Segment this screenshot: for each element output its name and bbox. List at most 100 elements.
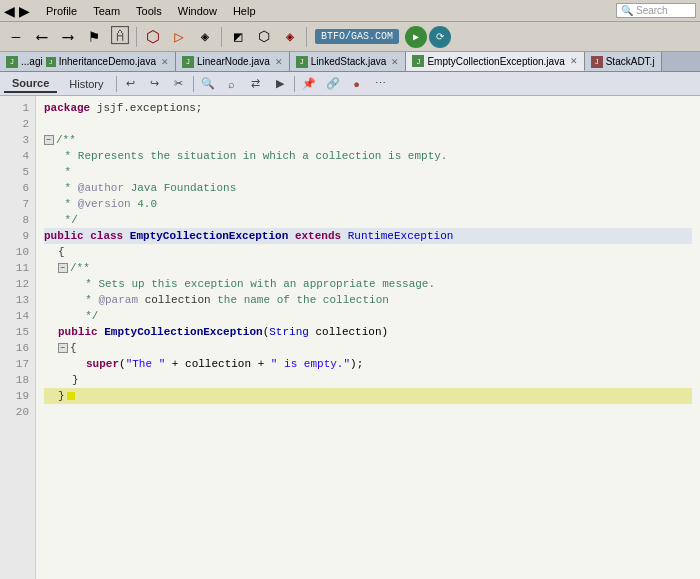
ln-2: 2 <box>0 116 35 132</box>
tab-close-3[interactable]: ✕ <box>391 57 399 67</box>
ln-8: 8 <box>0 212 35 228</box>
source-toolbar: Source History ↩ ↪ ✂ 🔍 ⌕ ⇄ ▶ 📌 🔗 ● ⋯ <box>0 72 700 96</box>
code-line-6: * @author Java Foundations <box>44 180 692 196</box>
tab-stackadt[interactable]: J StackADT.j <box>585 52 662 71</box>
code-line-20 <box>44 404 692 420</box>
toolbar-icon-4[interactable]: ▷ <box>167 26 191 48</box>
tab-linkedstack[interactable]: J LinkedStack.java ✕ <box>290 52 407 71</box>
ln-20: 20 <box>0 404 35 420</box>
back-btn[interactable]: ◀ <box>4 3 15 19</box>
go-btn-2[interactable]: ⟳ <box>429 26 451 48</box>
menu-item-profile[interactable]: Profile <box>38 3 85 19</box>
tab-emptycollection[interactable]: J EmptyCollectionException.java ✕ <box>406 52 584 71</box>
menu-bar: ◀ ▶ Profile Team Tools Window Help 🔍 Sea… <box>0 0 700 22</box>
toolbar-sep-1 <box>136 27 137 47</box>
code-line-15: public EmptyCollectionException(String c… <box>44 324 692 340</box>
code-line-2 <box>44 116 692 132</box>
tab-bar: J ...agi J InheritanceDemo.java ✕ J Line… <box>0 52 700 72</box>
forward-btn[interactable]: ▶ <box>19 3 30 19</box>
code-line-13: * @param collection the name of the coll… <box>44 292 692 308</box>
toolbar-icon-2[interactable]: 🄰 <box>108 26 132 48</box>
stb-redo[interactable]: ↪ <box>145 75 165 93</box>
go-btn-1[interactable]: ▶ <box>405 26 427 48</box>
ln-9: 9 <box>0 228 35 244</box>
tab-icon-1b: J <box>46 57 56 67</box>
nav-back-btn[interactable]: ⟵ <box>30 26 54 48</box>
code-line-8: */ <box>44 212 692 228</box>
nav-forward-btn[interactable]: ⟶ <box>56 26 80 48</box>
code-line-16: − { <box>44 340 692 356</box>
code-line-11: − /** <box>44 260 692 276</box>
collapse-btn-1[interactable]: − <box>44 135 54 145</box>
code-line-14: */ <box>44 308 692 324</box>
ln-1: 1 <box>0 100 35 116</box>
tab-inheritancedemo[interactable]: J ...agi J InheritanceDemo.java ✕ <box>0 52 176 71</box>
tab-close-1[interactable]: ✕ <box>161 57 169 67</box>
toolbar-sep-2 <box>221 27 222 47</box>
code-line-3: − /** <box>44 132 692 148</box>
ln-10: 10 <box>0 244 35 260</box>
collapse-btn-2[interactable]: − <box>58 263 68 273</box>
stb-mark[interactable]: ● <box>347 75 367 93</box>
stb-replace[interactable]: ⇄ <box>246 75 266 93</box>
tab-linearnode[interactable]: J LinearNode.java ✕ <box>176 52 290 71</box>
tab-file-4: EmptyCollectionException.java <box>427 56 564 67</box>
search-icon: 🔍 <box>621 5 633 16</box>
code-line-1: package jsjf.exceptions; <box>44 100 692 116</box>
menu-item-help[interactable]: Help <box>225 3 264 19</box>
stb-find[interactable]: ⌕ <box>222 75 242 93</box>
toolbar-icon-3[interactable]: ⬡ <box>141 26 165 48</box>
code-line-10: { <box>44 244 692 260</box>
line-numbers: 1 2 3 4 5 6 7 8 9 10 11 12 13 14 15 16 1… <box>0 96 36 579</box>
ln-15: 15 <box>0 324 35 340</box>
code-line-5: * <box>44 164 692 180</box>
tab-close-2[interactable]: ✕ <box>275 57 283 67</box>
source-sep-3 <box>294 76 295 92</box>
ln-16: 16 <box>0 340 35 356</box>
code-content[interactable]: package jsjf.exceptions; − /** * Represe… <box>36 96 700 579</box>
history-tab[interactable]: History <box>61 76 111 92</box>
source-tab[interactable]: Source <box>4 75 57 93</box>
code-line-7: * @version 4.0 <box>44 196 692 212</box>
stb-undo[interactable]: ↩ <box>121 75 141 93</box>
tab-file-5: StackADT.j <box>606 56 655 67</box>
toolbar-icon-6[interactable]: ◩ <box>226 26 250 48</box>
tab-icon-1: J <box>6 56 18 68</box>
code-editor[interactable]: 1 2 3 4 5 6 7 8 9 10 11 12 13 14 15 16 1… <box>0 96 700 579</box>
code-line-9: public class EmptyCollectionException ex… <box>44 228 692 244</box>
stb-next[interactable]: ▶ <box>270 75 290 93</box>
code-line-18: } <box>44 372 692 388</box>
code-line-12: * Sets up this exception with an appropr… <box>44 276 692 292</box>
toolbar-icon-1[interactable]: ⚑ <box>82 26 106 48</box>
code-line-4: * Represents the situation in which a co… <box>44 148 692 164</box>
stb-pin[interactable]: 📌 <box>299 75 319 93</box>
search-box[interactable]: 🔍 Search <box>616 3 696 18</box>
toolbar-sep-3 <box>306 27 307 47</box>
tab-close-4[interactable]: ✕ <box>570 56 578 66</box>
ln-5: 5 <box>0 164 35 180</box>
tab-icon-3: J <box>296 56 308 68</box>
tab-file-1: InheritanceDemo.java <box>59 56 156 67</box>
stb-cut[interactable]: ✂ <box>169 75 189 93</box>
toolbar-icon-5[interactable]: ◈ <box>193 26 217 48</box>
stb-more[interactable]: ⋯ <box>371 75 391 93</box>
ln-14: 14 <box>0 308 35 324</box>
collapse-btn-3[interactable]: − <box>58 343 68 353</box>
menu-item-tools[interactable]: Tools <box>128 3 170 19</box>
code-line-19: } <box>44 388 692 404</box>
tab-icon-4: J <box>412 55 424 67</box>
toolbar-icon-8[interactable]: ◈ <box>278 26 302 48</box>
stb-search[interactable]: 🔍 <box>198 75 218 93</box>
collapse-sidebar-btn[interactable]: — <box>4 26 28 48</box>
menu-item-team[interactable]: Team <box>85 3 128 19</box>
url-display: BTFO/GAS.COM <box>315 29 399 44</box>
stb-ref[interactable]: 🔗 <box>323 75 343 93</box>
menu-item-window[interactable]: Window <box>170 3 225 19</box>
tab-icon-5: J <box>591 56 603 68</box>
gutter-marker-19 <box>67 392 75 400</box>
tab-file-3: LinkedStack.java <box>311 56 387 67</box>
ln-13: 13 <box>0 292 35 308</box>
code-line-17: super("The " + collection + " is empty."… <box>44 356 692 372</box>
toolbar-icon-7[interactable]: ⬡ <box>252 26 276 48</box>
toolbar: — ⟵ ⟶ ⚑ 🄰 ⬡ ▷ ◈ ◩ ⬡ ◈ BTFO/GAS.COM ▶ ⟳ <box>0 22 700 52</box>
